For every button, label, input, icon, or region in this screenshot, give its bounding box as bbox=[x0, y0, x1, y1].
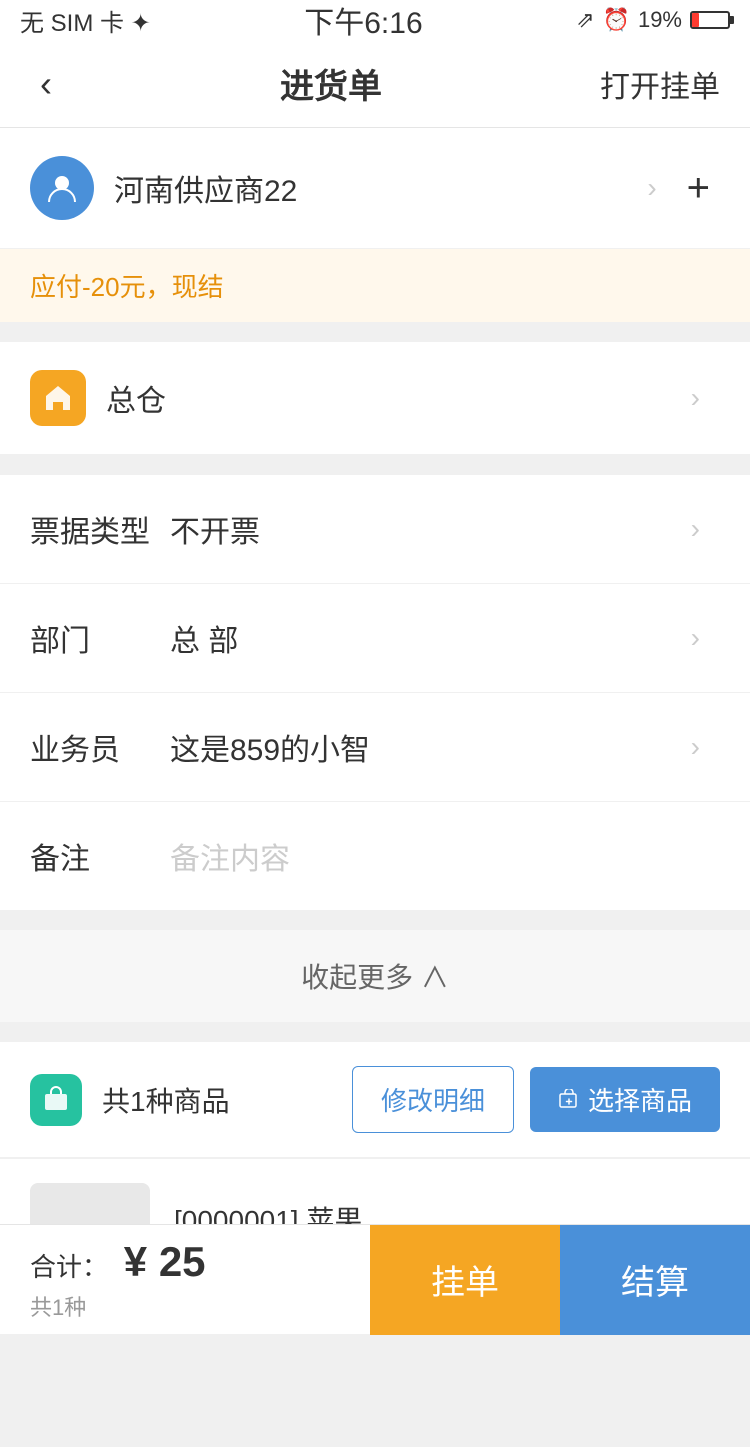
remark-label: 备注 bbox=[30, 834, 170, 878]
warehouse-icon bbox=[30, 370, 86, 426]
hang-button[interactable]: 挂单 bbox=[370, 1225, 560, 1335]
supplier-name: 河南供应商22 bbox=[114, 166, 647, 210]
status-left: 无 SIM 卡 ✦ bbox=[20, 3, 151, 38]
invoice-type-label: 票据类型 bbox=[30, 507, 170, 551]
status-right: ⇗ ⏰ 19% bbox=[576, 7, 730, 33]
fields-section: 票据类型 不开票 › 部门 总 部 › 业务员 这是859的小智 › 备注 备注… bbox=[0, 474, 750, 910]
battery-icon bbox=[690, 11, 730, 29]
warehouse-chevron-icon: › bbox=[691, 382, 700, 414]
salesman-value: 这是859的小智 bbox=[170, 725, 691, 769]
supplier-row[interactable]: 河南供应商22 › + bbox=[0, 128, 750, 249]
location-icon: ⇗ bbox=[576, 7, 594, 33]
total-label: 合计： bbox=[30, 1252, 108, 1282]
warehouse-name: 总仓 bbox=[106, 376, 691, 420]
checkout-button[interactable]: 结算 bbox=[560, 1225, 750, 1335]
status-bar: 无 SIM 卡 ✦ 下午6:16 ⇗ ⏰ 19% bbox=[0, 0, 750, 40]
total-section: 合计： ¥ 25 共1种 bbox=[0, 1238, 370, 1322]
nav-bar: ‹ 进货单 打开挂单 bbox=[0, 40, 750, 128]
back-button[interactable]: ‹ bbox=[30, 53, 62, 115]
department-chevron-icon: › bbox=[691, 622, 700, 654]
supplier-avatar bbox=[30, 156, 94, 220]
supplier-section: 河南供应商22 › + 应付-20元，现结 bbox=[0, 128, 750, 322]
department-value: 总 部 bbox=[170, 616, 691, 660]
salesman-chevron-icon: › bbox=[691, 731, 700, 763]
add-button[interactable]: + bbox=[677, 166, 720, 211]
page-title: 进货单 bbox=[280, 59, 382, 108]
supplier-notice: 应付-20元，现结 bbox=[0, 249, 750, 322]
remark-row[interactable]: 备注 备注内容 bbox=[0, 801, 750, 910]
product-count-icon bbox=[30, 1074, 82, 1126]
product-header: 共1种商品 修改明细 选择商品 bbox=[0, 1042, 750, 1157]
select-product-button[interactable]: 选择商品 bbox=[530, 1067, 720, 1132]
invoice-type-row[interactable]: 票据类型 不开票 › bbox=[0, 474, 750, 583]
total-count: 共1种 bbox=[30, 1290, 340, 1322]
collapse-toggle[interactable]: 收起更多 ∧ bbox=[0, 930, 750, 1022]
remark-value: 备注内容 bbox=[170, 834, 720, 878]
department-row[interactable]: 部门 总 部 › bbox=[0, 583, 750, 692]
product-count-text: 共1种商品 bbox=[102, 1080, 352, 1120]
select-product-icon bbox=[558, 1089, 580, 1111]
warehouse-section: 总仓 › bbox=[0, 342, 750, 454]
chevron-right-icon: › bbox=[647, 172, 656, 204]
invoice-chevron-icon: › bbox=[691, 513, 700, 545]
department-label: 部门 bbox=[30, 616, 170, 660]
salesman-row[interactable]: 业务员 这是859的小智 › bbox=[0, 692, 750, 801]
total-amount: ¥ 25 bbox=[124, 1238, 206, 1285]
warehouse-row[interactable]: 总仓 › bbox=[0, 342, 750, 454]
battery-text: 19% bbox=[638, 7, 682, 33]
invoice-type-value: 不开票 bbox=[170, 507, 691, 551]
open-hang-button[interactable]: 打开挂单 bbox=[600, 62, 720, 106]
select-product-label: 选择商品 bbox=[588, 1081, 692, 1118]
alarm-icon: ⏰ bbox=[603, 7, 630, 33]
bottom-bar: 合计： ¥ 25 共1种 挂单 结算 bbox=[0, 1224, 750, 1334]
status-time: 下午6:16 bbox=[304, 0, 422, 42]
sim-status: 无 SIM 卡 ✦ bbox=[20, 3, 151, 38]
edit-detail-button[interactable]: 修改明细 bbox=[352, 1066, 514, 1133]
salesman-label: 业务员 bbox=[30, 725, 170, 769]
